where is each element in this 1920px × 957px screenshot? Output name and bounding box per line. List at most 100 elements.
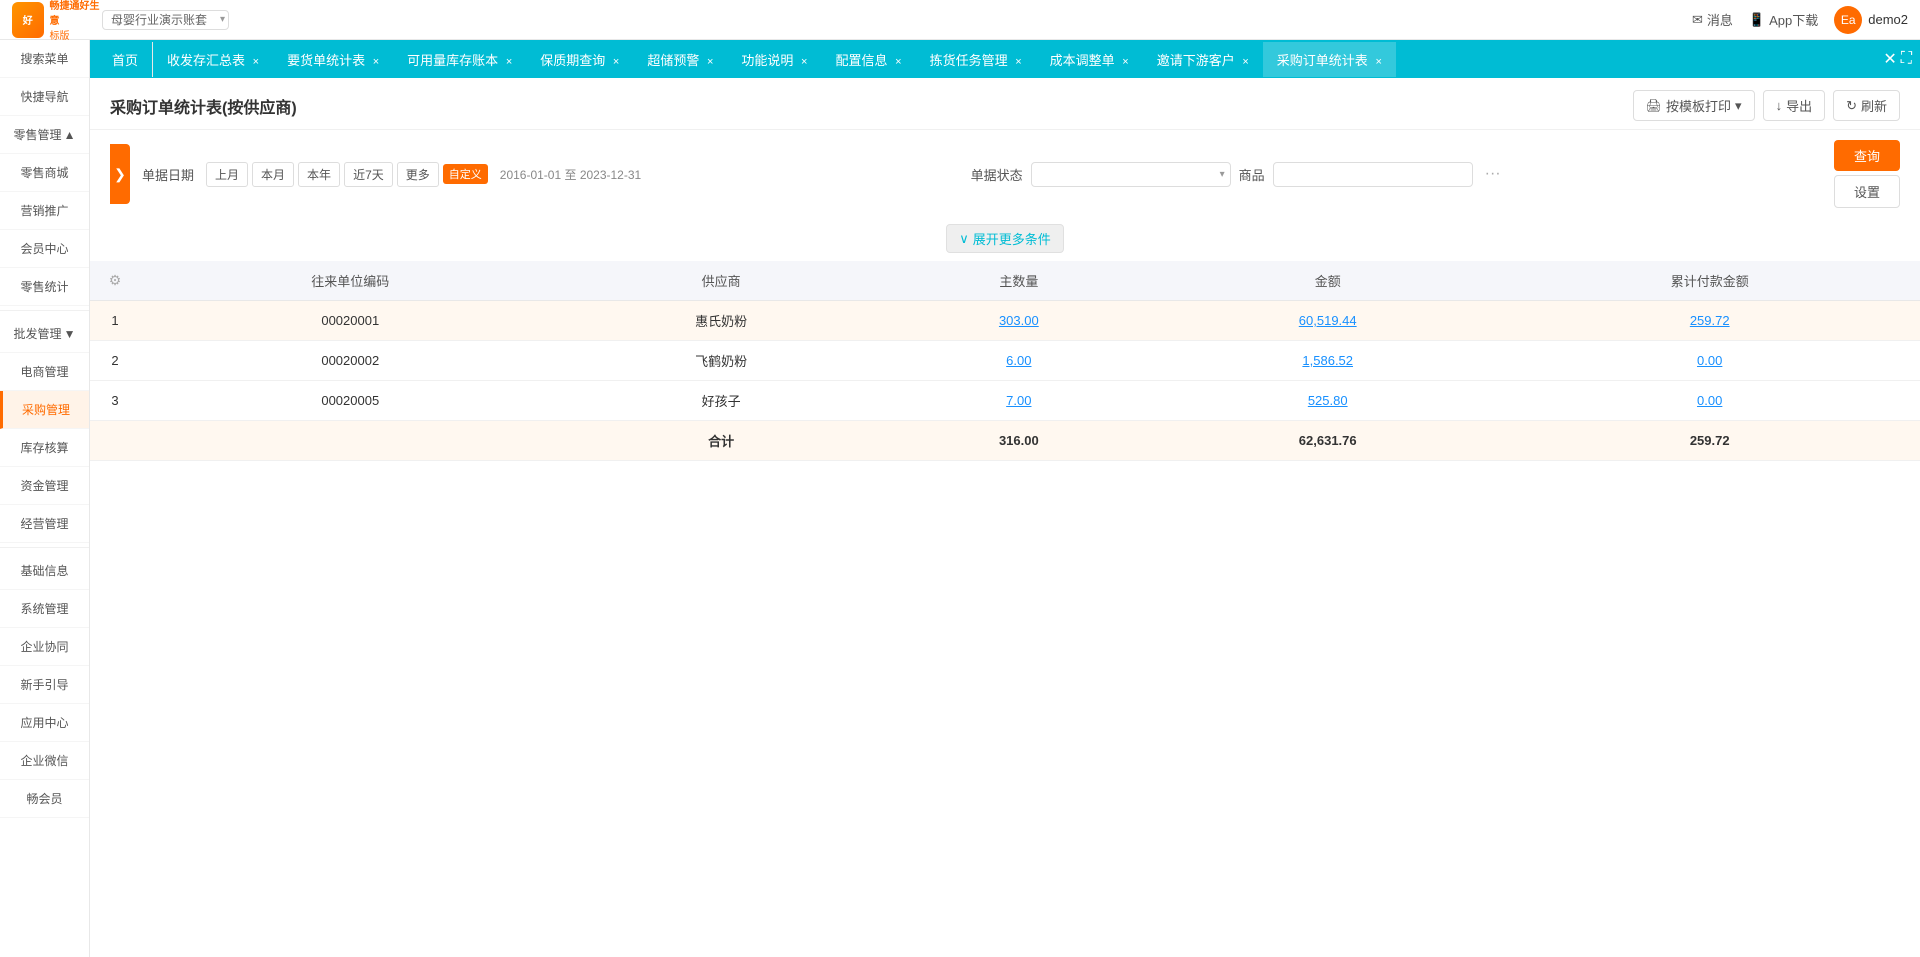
row-code: 00020002 [140,341,561,381]
row-supplier: 飞鹤奶粉 [561,341,882,381]
date-btn-more[interactable]: 更多 [397,162,439,187]
expand-icon: ∨ [959,231,969,247]
date-btn-this-month[interactable]: 本月 [252,162,294,187]
sidebar-item-wholesale[interactable]: 批发管理 ▼ [0,315,89,353]
page-header: 采购订单统计表(按供应商) 🖨 按模板打印 ▾ ↓ 导出 ↻ [90,78,1920,130]
row-main-qty: 7.00 [882,381,1156,421]
tab-invite-close[interactable]: × [1242,56,1248,68]
sidebar-item-retail-stat[interactable]: 零售统计 [0,268,89,306]
filter-toggle-btn[interactable]: ❯ [110,144,130,204]
date-btn-7days[interactable]: 近7天 [344,162,393,187]
sidebar-item-retail-mgmt[interactable]: 零售管理 ▲ [0,116,89,154]
tab-purchase-stat-close[interactable]: × [1375,56,1381,68]
col-code-header: 往来单位编码 [140,261,561,301]
date-btn-this-year[interactable]: 本年 [298,162,340,187]
tab-invite[interactable]: 邀请下游客户 × [1143,42,1263,77]
tab-home[interactable]: 首页 [98,42,153,77]
status-select-wrapper [1031,162,1231,187]
refresh-icon: ↻ [1846,98,1857,114]
tab-shelf-life[interactable]: 保质期查询 × [526,42,633,77]
settings-btn[interactable]: 设置 [1834,175,1900,208]
app-logo: 好 [12,2,44,38]
table-settings-icon[interactable]: ⚙ [109,272,122,288]
tab-pick-task[interactable]: 拣货任务管理 × [916,42,1036,77]
breadcrumb-select[interactable]: 母婴行业演示账套 [102,10,229,30]
export-btn[interactable]: ↓ 导出 [1763,90,1826,121]
logo-area: 好 畅捷通好生意 标版 [12,0,102,42]
page-inner: 采购订单统计表(按供应商) 🖨 按模板打印 ▾ ↓ 导出 ↻ [90,78,1920,957]
col-amount-header: 金额 [1156,261,1499,301]
date-quick-btns: 上月 本月 本年 近7天 更多 自定义 [206,162,488,187]
sidebar-item-member[interactable]: 会员中心 [0,230,89,268]
date-btn-last-month[interactable]: 上月 [206,162,248,187]
row-supplier: 惠氏奶粉 [561,301,882,341]
goods-label: 商品 [1239,165,1265,184]
filter-right-section: 单据状态 商品 ··· [653,162,1822,187]
divider2 [0,547,89,548]
tab-order-summary-close[interactable]: × [373,56,379,68]
app-download-btn[interactable]: 📱 App下载 [1749,10,1818,29]
sidebar-item-search[interactable]: 搜索菜单 [0,40,89,78]
col-settings: ⚙ [90,261,140,301]
sidebar-item-wechat[interactable]: 企业微信 [0,742,89,780]
breadcrumb[interactable]: 母婴行业演示账套 [102,10,229,30]
sidebar-item-ecommerce[interactable]: 电商管理 [0,353,89,391]
print-btn[interactable]: 🖨 按模板打印 ▾ [1633,90,1755,121]
tab-function[interactable]: 功能说明 × [727,42,821,77]
main-layout: 搜索菜单 快捷导航 零售管理 ▲ 零售商城 营销推广 会员中心 零售统计 批发管… [0,40,1920,957]
sidebar-item-quick-nav[interactable]: 快捷导航 [0,78,89,116]
sidebar-item-basics[interactable]: 基础信息 [0,552,89,590]
print-icon: 🖨 [1646,98,1663,114]
tab-receive-summary-close[interactable]: × [253,56,259,68]
tab-close-btn[interactable]: ✕ [1883,49,1896,69]
refresh-btn[interactable]: ↻ 刷新 [1833,90,1900,121]
sidebar: 搜索菜单 快捷导航 零售管理 ▲ 零售商城 营销推广 会员中心 零售统计 批发管… [0,40,90,957]
tab-overstock-close[interactable]: × [707,56,713,68]
sidebar-item-enterprise[interactable]: 企业协同 [0,628,89,666]
print-chevron-icon: ▾ [1735,98,1742,114]
sidebar-item-finance[interactable]: 资金管理 [0,467,89,505]
tab-order-summary[interactable]: 要货单统计表 × [273,42,393,77]
avatar: Ea [1834,6,1862,34]
sidebar-item-member2[interactable]: 畅会员 [0,780,89,818]
tab-shelf-life-close[interactable]: × [613,56,619,68]
sidebar-item-inventory[interactable]: 库存核算 [0,429,89,467]
sidebar-item-operations[interactable]: 经营管理 [0,505,89,543]
goods-input[interactable] [1273,162,1473,187]
table-row: 1 00020001 惠氏奶粉 303.00 60,519.44 259.72 [90,301,1920,341]
tab-overstock[interactable]: 超储预警 × [633,42,727,77]
nav-top: 首页 收发存汇总表 × 要货单统计表 × 可用量库存账本 × 保质期查询 × 超… [90,40,1920,78]
tab-function-close[interactable]: × [801,56,807,68]
sidebar-item-system[interactable]: 系统管理 [0,590,89,628]
date-label: 单据日期 [142,165,194,184]
tab-config[interactable]: 配置信息 × [821,42,915,77]
logo-text: 畅捷通好生意 标版 [50,0,103,42]
user-area[interactable]: Ea demo2 [1834,6,1908,34]
expand-more-btn[interactable]: ∨ 展开更多条件 [946,224,1064,253]
tab-cost-adjust[interactable]: 成本调整单 × [1036,42,1143,77]
tab-maximize-btn[interactable]: ⛶ [1901,50,1912,68]
page-title: 采购订单统计表(按供应商) [110,94,297,118]
sidebar-item-retail-shop[interactable]: 零售商城 [0,154,89,192]
tab-pick-task-close[interactable]: × [1015,56,1021,68]
tab-cost-adjust-close[interactable]: × [1122,56,1128,68]
tab-purchase-stat[interactable]: 采购订单统计表 × [1263,42,1396,77]
export-icon: ↓ [1776,98,1783,113]
tab-available-stock[interactable]: 可用量库存账本 × [393,42,526,77]
filter-main-row: ❯ 单据日期 上月 本月 本年 近7天 更多 [110,140,1900,216]
sidebar-item-newbie[interactable]: 新手引导 [0,666,89,704]
sidebar-item-app-center[interactable]: 应用中心 [0,704,89,742]
tab-available-stock-close[interactable]: × [506,56,512,68]
sidebar-item-marketing[interactable]: 营销推广 [0,192,89,230]
table-header: ⚙ 往来单位编码 供应商 主数量 金额 累计付款金额 [90,261,1920,301]
status-select[interactable] [1031,162,1231,187]
row-supplier: 好孩子 [561,381,882,421]
goods-more-btn[interactable]: ··· [1481,165,1505,183]
tab-receive-summary[interactable]: 收发存汇总表 × [153,42,273,77]
col-supplier-header: 供应商 [561,261,882,301]
query-btn[interactable]: 查询 [1834,140,1900,171]
tab-config-close[interactable]: × [895,56,901,68]
message-btn[interactable]: ✉ 消息 [1692,10,1733,29]
date-custom-badge: 自定义 [443,164,488,184]
sidebar-item-purchase[interactable]: 采购管理 [0,391,89,429]
